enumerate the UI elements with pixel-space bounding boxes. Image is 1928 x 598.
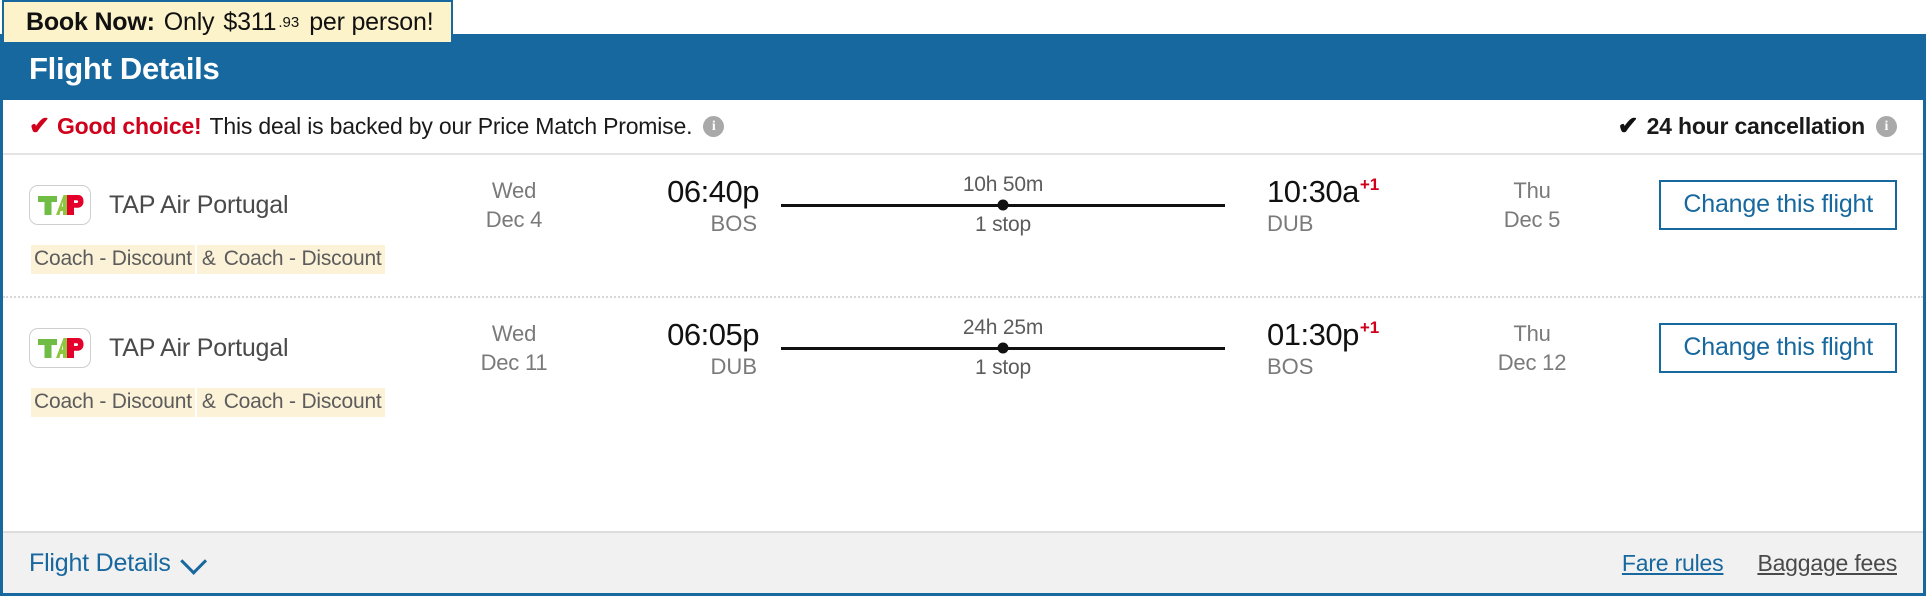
card-footer: Flight Details Fare rules Baggage fees: [3, 531, 1923, 593]
route-line-graphic: [781, 199, 1225, 211]
change-this-flight-button[interactable]: Change this flight: [1659, 323, 1897, 373]
tap-air-portugal-logo-icon: [29, 328, 91, 368]
stop-dot-icon: [997, 199, 1009, 211]
price-match-text: This deal is backed by our Price Match P…: [209, 113, 693, 139]
change-flight-cell: Change this flight: [1597, 323, 1897, 373]
price-promise-bar: ✔ Good choice! This deal is backed by ou…: [3, 100, 1923, 155]
airline-cell: TAP Air Portugal: [29, 328, 449, 368]
flight-list: TAP Air Portugal Wed Dec 4 06:40p BOS 10…: [3, 155, 1923, 441]
arrive-time: 10:30a: [1267, 173, 1359, 209]
arrive-airport-code: DUB: [1267, 210, 1314, 236]
flight-details-toggle-label: Flight Details: [29, 548, 171, 577]
check-icon: ✔: [29, 112, 50, 140]
book-now-price: $311: [223, 7, 277, 36]
depart-airport-code: DUB: [710, 353, 757, 379]
airline-cell: TAP Air Portugal: [29, 185, 449, 225]
arrive-date-cell: Thu Dec 12: [1467, 319, 1597, 378]
depart-time-cell: 06:40p BOS: [579, 174, 759, 237]
fare-class-separator: &: [196, 388, 221, 417]
route-line-graphic: [781, 342, 1225, 354]
arrive-date: Dec 12: [1497, 350, 1567, 375]
airline-name: TAP Air Portugal: [109, 190, 289, 219]
next-day-badge: +1: [1359, 317, 1380, 337]
depart-weekday: Wed: [491, 320, 537, 346]
fare-class-badges: Coach - Discount & Coach - Discount: [3, 388, 1923, 417]
flight-details-toggle[interactable]: Flight Details: [29, 547, 207, 578]
flight-row: TAP Air Portugal Wed Dec 11 06:05p DUB 2…: [3, 298, 1923, 441]
book-now-only-label: Only: [163, 7, 215, 36]
flight-row-main: TAP Air Portugal Wed Dec 11 06:05p DUB 2…: [3, 298, 1923, 392]
good-choice-label: Good choice!: [56, 113, 202, 139]
stop-count: 1 stop: [974, 356, 1031, 379]
depart-date-cell: Wed Dec 11: [449, 319, 579, 378]
check-icon: ✔: [1617, 112, 1639, 140]
change-this-flight-button[interactable]: Change this flight: [1659, 180, 1897, 230]
footer-links: Fare rules Baggage fees: [1622, 550, 1897, 577]
fare-class-return: Coach - Discount: [220, 245, 385, 274]
route-cell: 10h 50m 1 stop: [759, 161, 1247, 249]
arrive-weekday: Thu: [1513, 177, 1551, 203]
depart-time: 06:05p: [667, 316, 759, 352]
fare-class-outbound: Coach - Discount: [31, 245, 195, 274]
route-cell: 24h 25m 1 stop: [759, 304, 1247, 392]
arrive-airport-code: BOS: [1267, 353, 1314, 379]
book-now-label: Book Now:: [26, 7, 155, 36]
tap-air-portugal-logo-icon: [29, 185, 91, 225]
flight-row-main: TAP Air Portugal Wed Dec 4 06:40p BOS 10…: [3, 155, 1923, 249]
arrive-date-cell: Thu Dec 5: [1467, 176, 1597, 235]
flight-details-card: Flight Details ✔ Good choice! This deal …: [0, 34, 1926, 596]
book-now-price-cents: .93: [278, 13, 300, 31]
flight-duration: 24h 25m: [962, 316, 1044, 339]
fare-rules-link[interactable]: Fare rules: [1622, 550, 1724, 577]
change-flight-cell: Change this flight: [1597, 180, 1897, 230]
fare-class-outbound: Coach - Discount: [31, 388, 195, 417]
info-icon[interactable]: i: [1876, 116, 1897, 137]
arrive-date: Dec 5: [1503, 207, 1561, 232]
book-now-banner: Book Now: Only $311.93 per person!: [2, 0, 454, 44]
page-title: Flight Details: [29, 50, 220, 86]
cancellation-label: 24 hour cancellation: [1646, 113, 1866, 139]
next-day-badge: +1: [1359, 174, 1380, 194]
arrive-time-cell: 10:30a+1 DUB: [1247, 174, 1467, 237]
arrive-weekday: Thu: [1513, 320, 1551, 346]
arrive-time: 01:30p: [1267, 316, 1359, 352]
fare-class-return: Coach - Discount: [220, 388, 385, 417]
flight-duration: 10h 50m: [962, 173, 1044, 196]
chevron-down-icon: [179, 547, 207, 575]
stop-count: 1 stop: [974, 213, 1031, 236]
depart-weekday: Wed: [491, 177, 537, 203]
depart-time-cell: 06:05p DUB: [579, 317, 759, 380]
good-choice-message: ✔ Good choice! This deal is backed by ou…: [29, 112, 725, 140]
baggage-fees-link[interactable]: Baggage fees: [1757, 550, 1897, 577]
fare-class-badges: Coach - Discount & Coach - Discount: [3, 245, 1923, 274]
cancellation-message: ✔ 24 hour cancellation i: [1618, 113, 1897, 140]
arrive-time-cell: 01:30p+1 BOS: [1247, 317, 1467, 380]
depart-date: Dec 4: [485, 207, 543, 232]
airline-name: TAP Air Portugal: [109, 333, 289, 362]
depart-time: 06:40p: [667, 173, 759, 209]
flight-row: TAP Air Portugal Wed Dec 4 06:40p BOS 10…: [3, 155, 1923, 298]
info-icon[interactable]: i: [703, 116, 725, 137]
depart-airport-code: BOS: [710, 210, 757, 236]
stop-dot-icon: [997, 342, 1009, 354]
card-header: Flight Details: [3, 37, 1923, 100]
flight-details-screen: Flight Details ✔ Good choice! This deal …: [0, 0, 1928, 598]
book-now-per-person-label: per person!: [309, 7, 434, 36]
fare-class-separator: &: [196, 245, 221, 274]
depart-date: Dec 11: [480, 350, 548, 375]
depart-date-cell: Wed Dec 4: [449, 176, 579, 235]
